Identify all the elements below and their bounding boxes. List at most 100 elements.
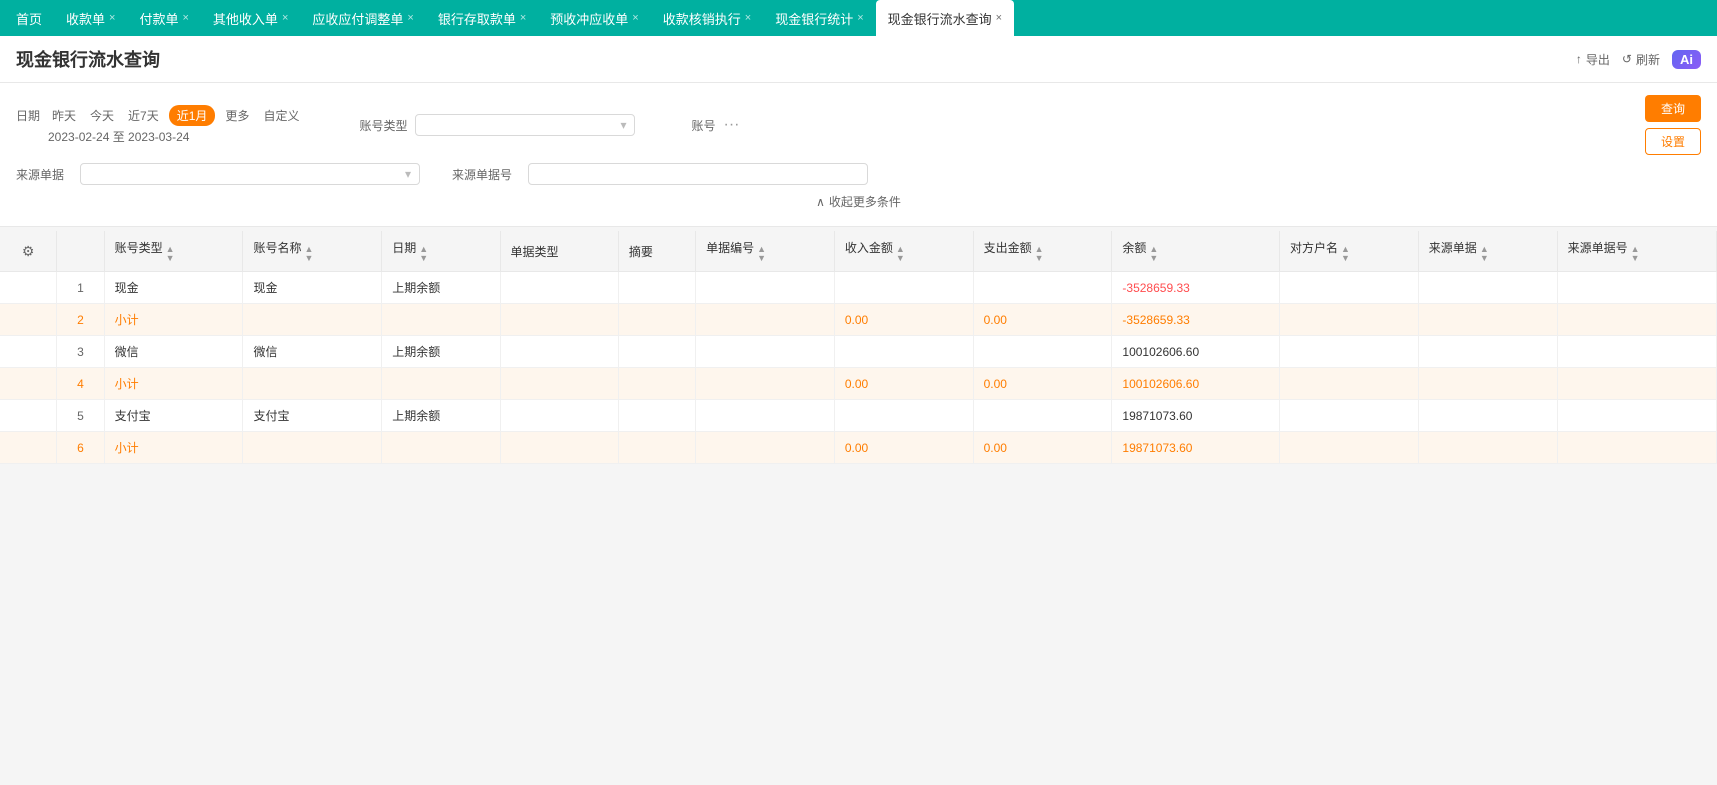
nav-item-prepayment[interactable]: 预收冲应收单 × (538, 0, 650, 36)
nav-item-ar-adjust[interactable]: 应收应付调整单 × (300, 0, 425, 36)
header-row: ⚙ 账号类型▲▼ 账号名称▲▼ 日期▲▼ 单据类型 摘要 单据编号▲▼ (0, 231, 1717, 272)
refresh-button[interactable]: ↺ 刷新 (1622, 51, 1660, 68)
sort-icon[interactable]: ▲▼ (1480, 245, 1489, 263)
nav-item-writeoff[interactable]: 收款核销执行 × (651, 0, 763, 36)
table-cell (500, 432, 618, 464)
date-opt-1month[interactable]: 近1月 (169, 105, 216, 126)
table-cell (1557, 400, 1716, 432)
nav-close-bank-deposits[interactable]: × (520, 12, 526, 24)
col-date: 日期▲▼ (382, 231, 500, 272)
date-opt-today[interactable]: 今天 (86, 105, 118, 126)
table-cell (1557, 304, 1716, 336)
account-type-label: 账号类型 (359, 117, 407, 134)
col-gear: ⚙ (0, 231, 57, 272)
table-cell (618, 400, 695, 432)
table-cell (973, 400, 1112, 432)
nav-close-other-income[interactable]: × (282, 12, 288, 24)
col-summary: 摘要 (618, 231, 695, 272)
date-filter-group: 日期 昨天 今天 近7天 近1月 更多 自定义 2023-02-24 至 202… (16, 105, 303, 145)
nav-close-writeoff[interactable]: × (745, 12, 751, 24)
sort-icon[interactable]: ▲▼ (757, 245, 766, 263)
nav-close-prepayment[interactable]: × (632, 12, 638, 24)
table-cell: 0.00 (834, 368, 973, 400)
nav-close-bank-stats[interactable]: × (857, 12, 863, 24)
sort-icon[interactable]: ▲▼ (1341, 245, 1350, 263)
table-cell (1280, 336, 1419, 368)
table-cell: 支付宝 (243, 400, 382, 432)
collapse-button[interactable]: ∧ 收起更多条件 (16, 189, 1701, 214)
table-cell: 支付宝 (104, 400, 243, 432)
table-cell (1557, 432, 1716, 464)
nav-close-payments[interactable]: × (182, 12, 188, 24)
date-opt-7days[interactable]: 近7天 (124, 105, 163, 126)
filter-row-date: 日期 昨天 今天 近7天 近1月 更多 自定义 2023-02-24 至 202… (16, 95, 1701, 155)
table-cell (696, 432, 835, 464)
table-cell (500, 272, 618, 304)
sort-icon[interactable]: ▲▼ (1631, 245, 1640, 263)
nav-item-receipts[interactable]: 收款单 × (54, 0, 127, 36)
table-cell (500, 304, 618, 336)
date-opt-custom[interactable]: 自定义 (259, 105, 303, 126)
table-cell: 0.00 (834, 304, 973, 336)
table-cell: 现金 (243, 272, 382, 304)
table-cell (243, 304, 382, 336)
nav-close-receipts[interactable]: × (109, 12, 115, 24)
nav-item-other-income[interactable]: 其他收入单 × (201, 0, 300, 36)
export-button[interactable]: ↑ 导出 (1576, 51, 1610, 68)
query-button[interactable]: 查询 (1645, 95, 1701, 122)
sort-icon[interactable]: ▲▼ (419, 245, 428, 263)
ai-badge: Ai (1672, 50, 1701, 69)
table-row: 2小计0.000.00-3528659.33 (0, 304, 1717, 336)
table-cell (243, 368, 382, 400)
table-cell (618, 272, 695, 304)
settings-button[interactable]: 设置 (1645, 128, 1701, 155)
table-cell (382, 432, 500, 464)
table-cell: 上期余额 (382, 400, 500, 432)
col-balance: 余额▲▼ (1112, 231, 1280, 272)
table-cell: 19871073.60 (1112, 432, 1280, 464)
sort-icon[interactable]: ▲▼ (166, 245, 175, 263)
table-cell (1280, 304, 1419, 336)
table-cell (1418, 368, 1557, 400)
table-cell (382, 304, 500, 336)
table-cell (1280, 272, 1419, 304)
date-opt-more[interactable]: 更多 (221, 105, 253, 126)
nav-item-bank-stats[interactable]: 现金银行统计 × (763, 0, 875, 36)
table-cell (0, 432, 57, 464)
sort-icon[interactable]: ▲▼ (1149, 245, 1158, 263)
col-doc-type: 单据类型 (500, 231, 618, 272)
source-doc-select[interactable]: ▾ (80, 163, 420, 185)
source-doc-no-input[interactable] (528, 163, 868, 185)
table-cell: 6 (57, 432, 104, 464)
chevron-up-icon: ∧ (816, 195, 825, 209)
nav-item-bank-deposits[interactable]: 银行存取款单 × (426, 0, 538, 36)
table-cell (696, 272, 835, 304)
table-cell (1418, 400, 1557, 432)
settings-icon[interactable]: ⚙ (22, 243, 35, 259)
table-cell (243, 432, 382, 464)
nav-item-payments[interactable]: 付款单 × (127, 0, 200, 36)
chevron-down-icon: ▾ (620, 118, 626, 132)
sort-icon[interactable]: ▲▼ (1035, 245, 1044, 263)
table-row: 5支付宝支付宝上期余额19871073.60 (0, 400, 1717, 432)
table-container: ⚙ 账号类型▲▼ 账号名称▲▼ 日期▲▼ 单据类型 摘要 单据编号▲▼ (0, 231, 1717, 464)
account-type-select[interactable]: ▾ (415, 114, 635, 136)
account-no-ellipsis[interactable]: ··· (723, 116, 739, 134)
table-cell: 2 (57, 304, 104, 336)
table-cell: 0.00 (973, 432, 1112, 464)
sort-icon[interactable]: ▲▼ (304, 245, 313, 263)
date-opt-yesterday[interactable]: 昨天 (48, 105, 80, 126)
table-cell (834, 400, 973, 432)
right-buttons: 查询 设置 (1645, 95, 1701, 155)
col-counterparty: 对方户名▲▼ (1280, 231, 1419, 272)
table-cell (1557, 368, 1716, 400)
table-cell (1280, 400, 1419, 432)
col-source-doc: 来源单据▲▼ (1418, 231, 1557, 272)
nav-close-ar-adjust[interactable]: × (407, 12, 413, 24)
sort-icon[interactable]: ▲▼ (896, 245, 905, 263)
col-doc-no: 单据编号▲▼ (696, 231, 835, 272)
nav-item-bank-flow[interactable]: 现金银行流水查询 × (876, 0, 1014, 36)
table-cell (0, 400, 57, 432)
nav-item-home[interactable]: 首页 (4, 0, 54, 36)
nav-close-bank-flow[interactable]: × (996, 12, 1002, 24)
